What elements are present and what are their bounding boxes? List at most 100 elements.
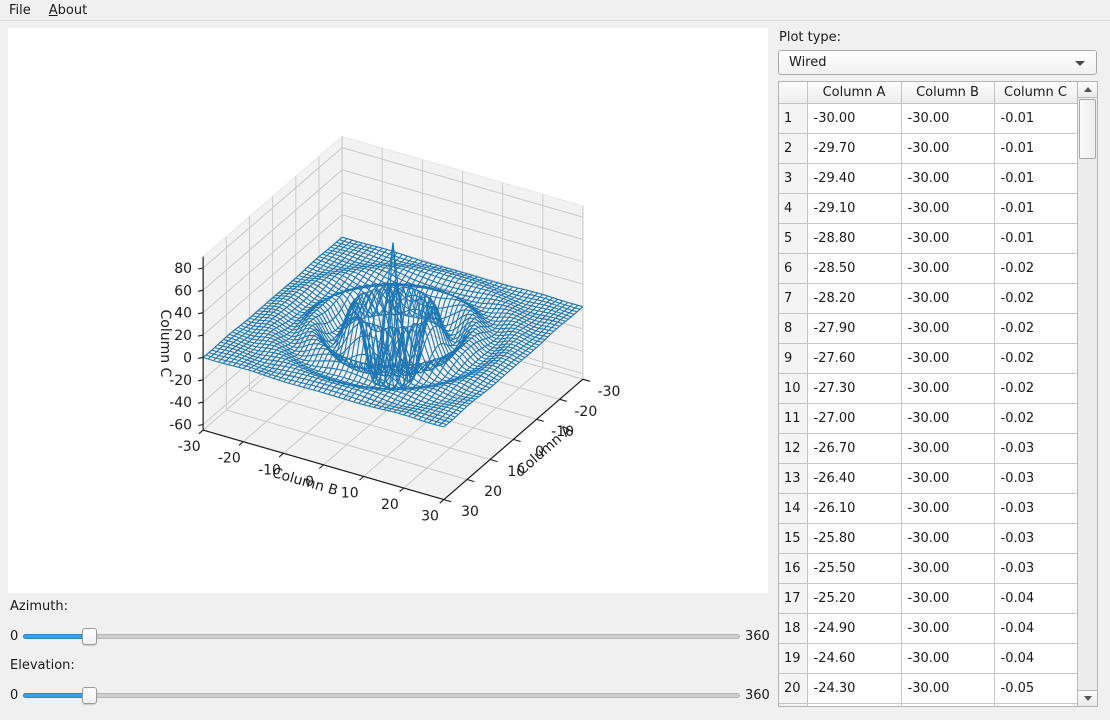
table-cell[interactable]: -30.00 bbox=[901, 673, 994, 703]
scrollbar-thumb[interactable] bbox=[1079, 99, 1096, 159]
table-cell[interactable]: -30.00 bbox=[901, 403, 994, 433]
row-number-cell[interactable]: 13 bbox=[779, 463, 807, 493]
azimuth-slider[interactable] bbox=[23, 627, 740, 646]
table-cell[interactable]: -0.02 bbox=[994, 283, 1077, 313]
table-cell[interactable]: -0.01 bbox=[994, 103, 1077, 133]
table-cell[interactable]: -24.60 bbox=[807, 643, 901, 673]
table-cell[interactable]: -0.01 bbox=[994, 163, 1077, 193]
table-cell[interactable]: -27.00 bbox=[807, 403, 901, 433]
row-number-cell[interactable]: 3 bbox=[779, 163, 807, 193]
menu-about-label: bout bbox=[58, 3, 88, 18]
table-cell[interactable]: -0.02 bbox=[994, 373, 1077, 403]
table-cell[interactable]: -0.02 bbox=[994, 313, 1077, 343]
table-cell[interactable]: -0.03 bbox=[994, 463, 1077, 493]
table-cell[interactable]: -0.05 bbox=[994, 673, 1077, 703]
row-number-cell[interactable]: 9 bbox=[779, 343, 807, 373]
table-cell[interactable]: -30.00 bbox=[901, 523, 994, 553]
table-cell[interactable]: -30.00 bbox=[901, 103, 994, 133]
row-number-cell[interactable]: 8 bbox=[779, 313, 807, 343]
row-number-cell[interactable]: 11 bbox=[779, 403, 807, 433]
table-cell[interactable]: -29.10 bbox=[807, 193, 901, 223]
scroll-down-button[interactable] bbox=[1078, 690, 1097, 706]
slider-track[interactable] bbox=[23, 693, 740, 698]
table-cell[interactable]: -0.02 bbox=[994, 343, 1077, 373]
elevation-slider[interactable] bbox=[23, 686, 740, 705]
table-cell[interactable]: -26.40 bbox=[807, 463, 901, 493]
slider-handle[interactable] bbox=[82, 628, 97, 645]
row-number-cell[interactable]: 2 bbox=[779, 133, 807, 163]
row-number-cell[interactable]: 17 bbox=[779, 583, 807, 613]
row-number-cell[interactable]: 5 bbox=[779, 223, 807, 253]
column-header[interactable]: Column B bbox=[901, 82, 994, 103]
table-cell[interactable]: -0.01 bbox=[994, 133, 1077, 163]
menu-file[interactable]: File bbox=[0, 1, 40, 20]
table-cell[interactable]: -30.00 bbox=[901, 163, 994, 193]
table-cell[interactable]: -30.00 bbox=[901, 583, 994, 613]
table-cell[interactable]: -27.90 bbox=[807, 313, 901, 343]
table-cell[interactable]: -27.60 bbox=[807, 343, 901, 373]
table-cell[interactable]: -28.50 bbox=[807, 253, 901, 283]
table-cell[interactable]: -0.03 bbox=[994, 493, 1077, 523]
row-number-cell[interactable]: 4 bbox=[779, 193, 807, 223]
row-number-header[interactable] bbox=[779, 82, 807, 103]
table-cell[interactable]: -0.03 bbox=[994, 433, 1077, 463]
row-number-cell[interactable]: 6 bbox=[779, 253, 807, 283]
table-cell[interactable]: -24.90 bbox=[807, 613, 901, 643]
slider-track[interactable] bbox=[23, 634, 740, 639]
table-cell[interactable]: -29.70 bbox=[807, 133, 901, 163]
table-cell[interactable]: -0.04 bbox=[994, 583, 1077, 613]
table-cell[interactable]: -27.30 bbox=[807, 373, 901, 403]
column-header[interactable]: Column A bbox=[807, 82, 901, 103]
table-scrollbar[interactable] bbox=[1077, 82, 1097, 706]
row-number-cell[interactable]: 10 bbox=[779, 373, 807, 403]
row-number-cell[interactable]: 14 bbox=[779, 493, 807, 523]
table-cell[interactable]: -30.00 bbox=[901, 493, 994, 523]
table-cell[interactable]: -0.03 bbox=[994, 553, 1077, 583]
table-cell[interactable]: -25.80 bbox=[807, 523, 901, 553]
column-header[interactable]: Column C bbox=[994, 82, 1077, 103]
table-cell[interactable]: -30.00 bbox=[901, 133, 994, 163]
table-cell[interactable]: -28.80 bbox=[807, 223, 901, 253]
table-cell[interactable]: -30.00 bbox=[901, 313, 994, 343]
table-cell[interactable]: -30.00 bbox=[901, 253, 994, 283]
svg-text:-20: -20 bbox=[218, 451, 241, 467]
row-number-cell[interactable]: 15 bbox=[779, 523, 807, 553]
table-row bbox=[779, 703, 1077, 706]
table-cell[interactable]: -26.10 bbox=[807, 493, 901, 523]
table-cell[interactable]: -30.00 bbox=[901, 643, 994, 673]
table-cell[interactable]: -30.00 bbox=[901, 553, 994, 583]
slider-handle[interactable] bbox=[82, 687, 97, 704]
table-cell[interactable]: -0.03 bbox=[994, 523, 1077, 553]
table-cell[interactable]: -30.00 bbox=[807, 103, 901, 133]
table-cell[interactable]: -0.04 bbox=[994, 643, 1077, 673]
table-cell[interactable]: -30.00 bbox=[901, 463, 994, 493]
table-cell[interactable]: -0.02 bbox=[994, 403, 1077, 433]
menu-about[interactable]: About bbox=[40, 1, 96, 20]
table-cell[interactable]: -25.50 bbox=[807, 553, 901, 583]
table-cell[interactable]: -30.00 bbox=[901, 373, 994, 403]
row-number-cell[interactable]: 16 bbox=[779, 553, 807, 583]
row-number-cell[interactable]: 12 bbox=[779, 433, 807, 463]
row-number-cell[interactable]: 20 bbox=[779, 673, 807, 703]
table-cell[interactable]: -0.01 bbox=[994, 193, 1077, 223]
table-cell[interactable]: -30.00 bbox=[901, 283, 994, 313]
table-cell[interactable]: -24.30 bbox=[807, 673, 901, 703]
table-cell[interactable]: -26.70 bbox=[807, 433, 901, 463]
table-cell[interactable]: -30.00 bbox=[901, 613, 994, 643]
table-cell[interactable]: -25.20 bbox=[807, 583, 901, 613]
row-number-cell[interactable]: 18 bbox=[779, 613, 807, 643]
scroll-up-button[interactable] bbox=[1078, 82, 1097, 98]
plot-type-dropdown[interactable]: Wired bbox=[778, 50, 1097, 75]
row-number-cell[interactable]: 1 bbox=[779, 103, 807, 133]
table-cell[interactable]: -29.40 bbox=[807, 163, 901, 193]
row-number-cell[interactable]: 7 bbox=[779, 283, 807, 313]
table-cell[interactable]: -0.01 bbox=[994, 223, 1077, 253]
table-cell[interactable]: -0.02 bbox=[994, 253, 1077, 283]
table-cell[interactable]: -30.00 bbox=[901, 433, 994, 463]
table-cell[interactable]: -0.04 bbox=[994, 613, 1077, 643]
table-cell[interactable]: -30.00 bbox=[901, 343, 994, 373]
table-cell[interactable]: -30.00 bbox=[901, 223, 994, 253]
row-number-cell[interactable]: 19 bbox=[779, 643, 807, 673]
table-cell[interactable]: -28.20 bbox=[807, 283, 901, 313]
table-cell[interactable]: -30.00 bbox=[901, 193, 994, 223]
